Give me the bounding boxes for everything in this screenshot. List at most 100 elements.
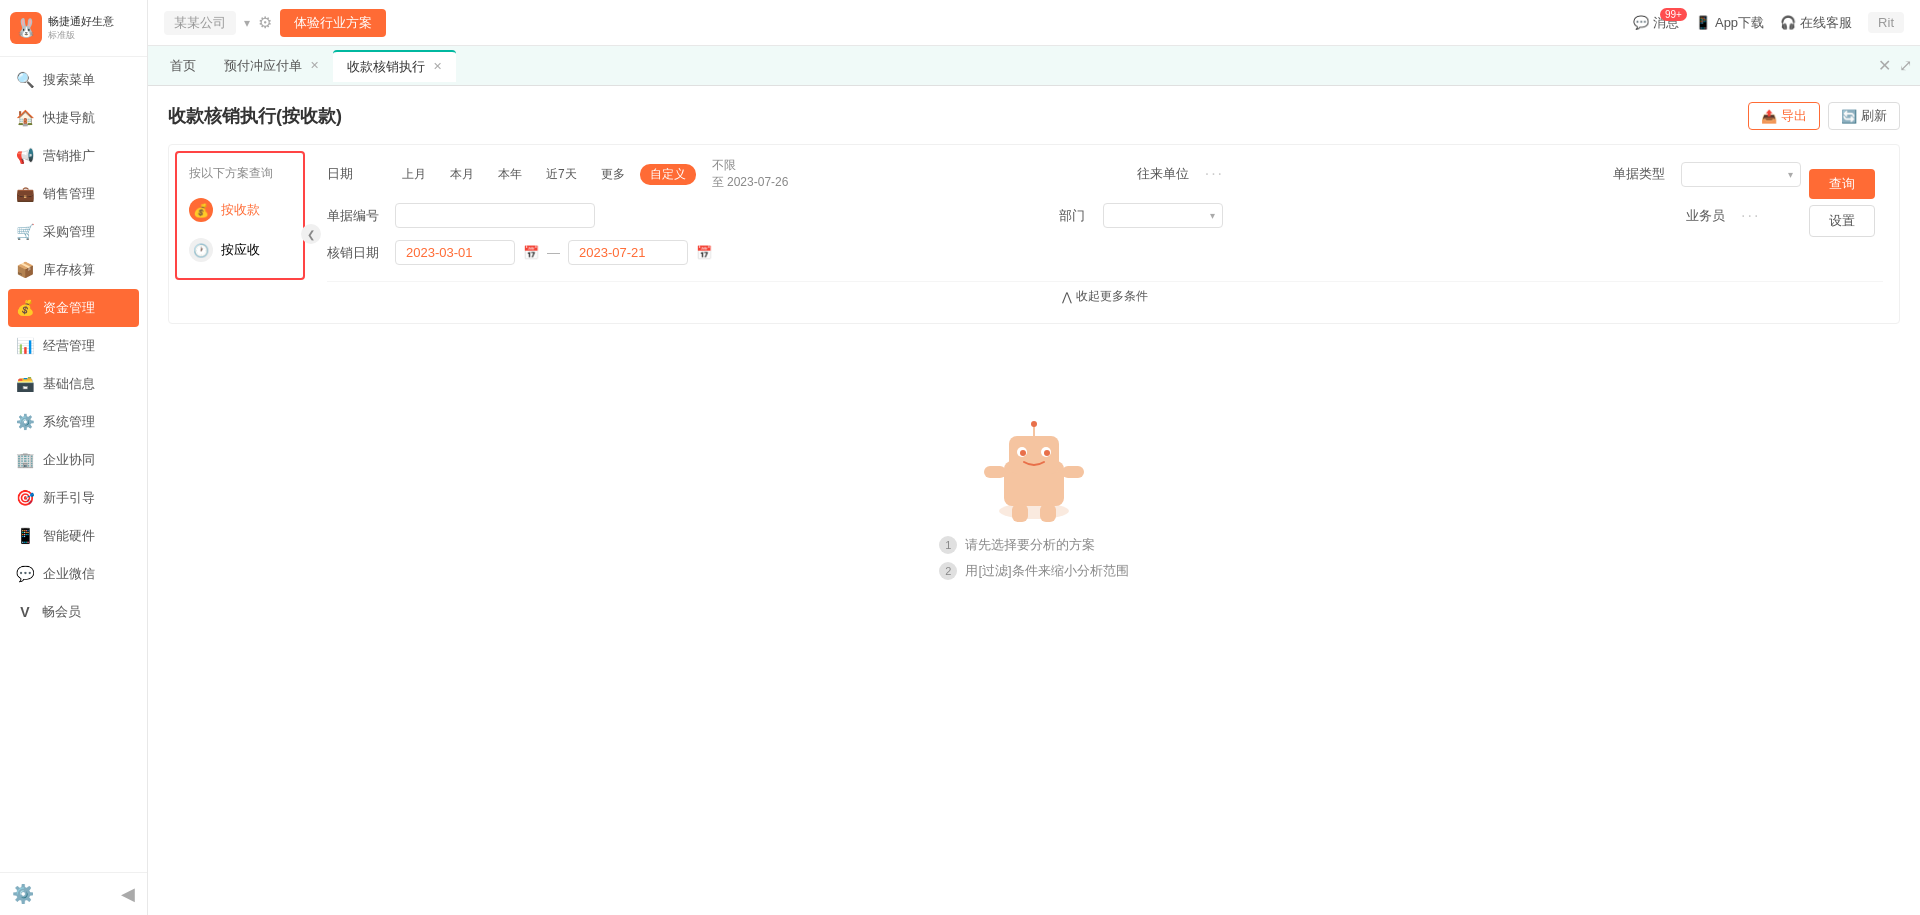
settings-icon[interactable]: ⚙ — [258, 13, 272, 32]
filter-row-1: 日期 上月 本月 本年 近7天 更多 自定义 — [327, 157, 1883, 277]
business-icon: 📊 — [16, 337, 35, 355]
filter-option-by-receivable[interactable]: 🕐 按应收 — [177, 230, 303, 270]
system-icon: ⚙️ — [16, 413, 35, 431]
settings-button[interactable]: 设置 — [1809, 205, 1875, 237]
tab-collection[interactable]: 收款核销执行 ✕ — [333, 50, 456, 82]
tabs-actions: ✕ ⤢ — [1878, 56, 1912, 75]
marketing-icon: 📢 — [16, 147, 35, 165]
guide-icon: 🎯 — [16, 489, 35, 507]
headset-icon: 🎧 — [1780, 15, 1796, 30]
topbar: 某某公司 ▾ ⚙ 体验行业方案 💬 消息 99+ 📱 App下载 🎧 在线客服 … — [148, 0, 1920, 46]
sidebar-item-inventory[interactable]: 📦 库存核算 — [0, 251, 147, 289]
tab-home[interactable]: 首页 — [156, 51, 210, 81]
filter-option-by-collection[interactable]: 💰 按收款 — [177, 190, 303, 230]
sidebar-item-marketing[interactable]: 📢 营销推广 — [0, 137, 147, 175]
date-btn-custom[interactable]: 自定义 — [640, 164, 696, 185]
sidebar-item-sales[interactable]: 💼 销售管理 — [0, 175, 147, 213]
sidebar-item-enterprise[interactable]: 🏢 企业协同 — [0, 441, 147, 479]
app-download-button[interactable]: 📱 App下载 — [1695, 14, 1764, 32]
online-service-button[interactable]: 🎧 在线客服 — [1780, 14, 1852, 32]
user-name: Rit — [1868, 12, 1904, 33]
logo-badge: 标准版 — [48, 29, 114, 42]
date-to-hint: 至 2023-07-26 — [712, 174, 789, 191]
logo-name: 畅捷通好生意 — [48, 14, 114, 28]
solution-button[interactable]: 体验行业方案 — [280, 9, 386, 37]
filter-sidebar-title: 按以下方案查询 — [177, 161, 303, 190]
calendar-end-icon[interactable]: 📅 — [696, 245, 712, 260]
export-button[interactable]: 📤 导出 — [1748, 102, 1820, 130]
sidebar-item-purchase[interactable]: 🛒 采购管理 — [0, 213, 147, 251]
sidebar-menu: 🔍 搜索菜单 🏠 快捷导航 📢 营销推广 💼 销售管理 🛒 采购管理 📦 库存核… — [0, 57, 147, 872]
filter-collapse-icon[interactable]: ❮ — [301, 224, 321, 244]
query-button[interactable]: 查询 — [1809, 169, 1875, 199]
voucher-type-select[interactable] — [1681, 162, 1801, 187]
dropdown-arrow-icon[interactable]: ▾ — [244, 16, 250, 30]
voucher-type-select-wrapper: ▾ — [1681, 162, 1801, 187]
date-buttons: 上月 本月 本年 近7天 更多 自定义 — [393, 162, 696, 187]
sales-icon: 💼 — [16, 185, 35, 203]
counterparty-input[interactable]: ··· — [1205, 165, 1265, 183]
voucher-no-input[interactable] — [395, 203, 595, 228]
sidebar: 🐰 畅捷通好生意 标准版 🔍 搜索菜单 🏠 快捷导航 📢 营销推广 💼 销售管理… — [0, 0, 148, 915]
department-select[interactable] — [1103, 203, 1223, 228]
writeoff-date-range: 📅 — 📅 — [395, 240, 712, 265]
empty-tips: 1 请先选择要分析的方案 2 用[过滤]条件来缩小分析范围 — [939, 536, 1128, 580]
refresh-icon: 🔄 — [1841, 109, 1857, 124]
filter-sidebar-wrapper: 按以下方案查询 💰 按收款 🕐 按应收 ❮ — [169, 145, 311, 323]
sidebar-item-business[interactable]: 📊 经营管理 — [0, 327, 147, 365]
wechat-icon: 💬 — [16, 565, 35, 583]
calendar-start-icon[interactable]: 📅 — [523, 245, 539, 260]
writeoff-end-input[interactable] — [568, 240, 688, 265]
sidebar-item-member[interactable]: V 畅会员 — [0, 593, 147, 631]
date-btn-last-month[interactable]: 上月 — [393, 162, 435, 187]
close-tab-prepay-icon[interactable]: ✕ — [310, 59, 319, 72]
main-area: 某某公司 ▾ ⚙ 体验行业方案 💬 消息 99+ 📱 App下载 🎧 在线客服 … — [148, 0, 1920, 915]
settings-bottom-icon[interactable]: ⚙️ — [12, 883, 34, 905]
empty-tip-1: 1 请先选择要分析的方案 — [939, 536, 1128, 554]
message-button[interactable]: 💬 消息 99+ — [1633, 14, 1679, 32]
sidebar-item-finance[interactable]: 💰 资金管理 — [8, 289, 139, 327]
date-btn-more[interactable]: 更多 — [592, 162, 634, 187]
filter-row-2: 单据编号 部门 ▾ — [327, 203, 1801, 228]
close-tab-collection-icon[interactable]: ✕ — [433, 60, 442, 73]
page-header: 收款核销执行(按收款) 📤 导出 🔄 刷新 — [168, 102, 1900, 130]
salesperson-label: 业务员 — [1686, 207, 1725, 225]
sidebar-item-wechat[interactable]: 💬 企业微信 — [0, 555, 147, 593]
date-label: 日期 — [327, 165, 377, 183]
sidebar-item-quick-nav[interactable]: 🏠 快捷导航 — [0, 99, 147, 137]
sidebar-item-system[interactable]: ⚙️ 系统管理 — [0, 403, 147, 441]
expand-tabs-icon[interactable]: ⤢ — [1899, 56, 1912, 75]
writeoff-date-label: 核销日期 — [327, 244, 379, 262]
close-all-tabs-icon[interactable]: ✕ — [1878, 56, 1891, 75]
tab-prepay[interactable]: 预付冲应付单 ✕ — [210, 51, 333, 81]
export-icon: 📤 — [1761, 109, 1777, 124]
sidebar-item-search[interactable]: 🔍 搜索菜单 — [0, 61, 147, 99]
sidebar-item-guide[interactable]: 🎯 新手引导 — [0, 479, 147, 517]
collapse-sidebar-icon[interactable]: ◀ — [121, 883, 135, 905]
sidebar-item-hardware[interactable]: 📱 智能硬件 — [0, 517, 147, 555]
search-menu-icon: 🔍 — [16, 71, 35, 89]
sidebar-item-basic[interactable]: 🗃️ 基础信息 — [0, 365, 147, 403]
collection-option-icon: 💰 — [189, 198, 213, 222]
content-area: 收款核销执行(按收款) 📤 导出 🔄 刷新 按以下 — [148, 86, 1920, 915]
counterparty-label: 往来单位 — [1137, 165, 1189, 183]
salesperson-input[interactable]: ··· — [1741, 207, 1801, 225]
company-name: 某某公司 — [164, 11, 236, 35]
date-btn-this-month[interactable]: 本月 — [441, 162, 483, 187]
voucher-type-label: 单据类型 — [1613, 165, 1665, 183]
purchase-icon: 🛒 — [16, 223, 35, 241]
date-filter-row: 日期 上月 本月 本年 近7天 更多 自定义 — [327, 157, 1801, 191]
collapse-more-button[interactable]: ⋀ 收起更多条件 — [327, 281, 1883, 311]
message-badge: 99+ — [1660, 8, 1687, 21]
member-icon: V — [16, 604, 34, 620]
empty-illustration — [974, 416, 1094, 536]
filter-panel: 按以下方案查询 💰 按收款 🕐 按应收 ❮ — [168, 144, 1900, 324]
receivable-option-icon: 🕐 — [189, 238, 213, 262]
enterprise-icon: 🏢 — [16, 451, 35, 469]
date-btn-this-year[interactable]: 本年 — [489, 162, 531, 187]
hardware-icon: 📱 — [16, 527, 35, 545]
writeoff-start-input[interactable] — [395, 240, 515, 265]
department-label: 部门 — [1059, 207, 1087, 225]
refresh-button[interactable]: 🔄 刷新 — [1828, 102, 1900, 130]
date-btn-7days[interactable]: 近7天 — [537, 162, 586, 187]
